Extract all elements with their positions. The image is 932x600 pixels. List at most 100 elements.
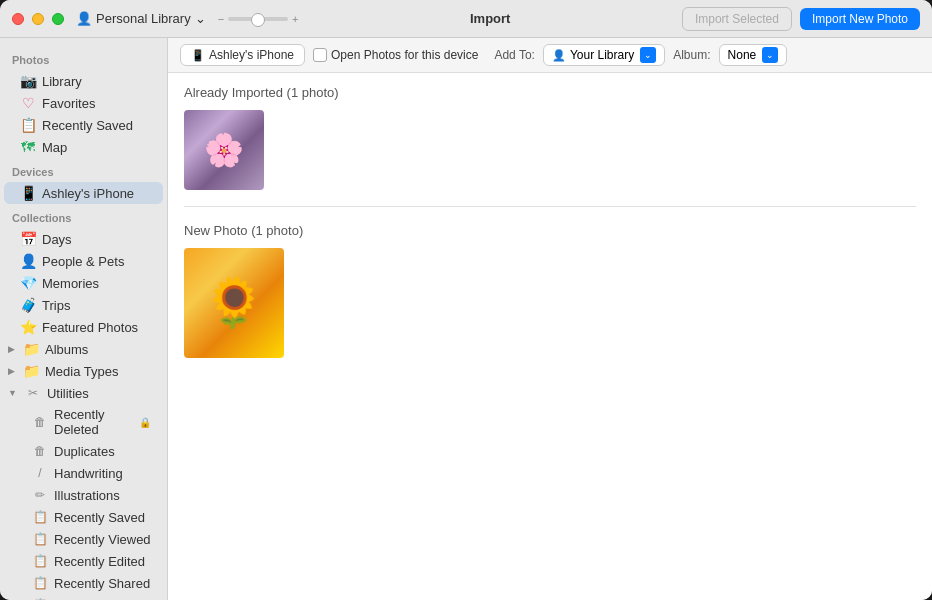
library-selector[interactable]: 👤 Personal Library ⌄ [76,11,206,26]
library-dropdown-value: Your Library [570,48,634,62]
sidebar-item-media-types[interactable]: ▶ 📁 Media Types [4,360,163,382]
sidebar-item-recently-edited[interactable]: 📋 Recently Edited [4,550,163,572]
open-photos-label: Open Photos for this device [331,48,478,62]
open-photos-control: Open Photos for this device [313,48,478,62]
sidebar-item-recently-viewed[interactable]: 📋 Recently Viewed [4,528,163,550]
media-types-icon: 📁 [23,363,39,379]
album-dropdown-value: None [728,48,757,62]
sidebar-item-handwriting[interactable]: / Handwriting [4,462,163,484]
main-layout: Photos 📷 Library ♡ Favorites 📋 Recently … [0,38,932,600]
sidebar-item-recently-saved[interactable]: 📋 Recently Saved [4,114,163,136]
sidebar-item-days[interactable]: 📅 Days [4,228,163,250]
sidebar-item-recently-deleted[interactable]: 🗑 Recently Deleted 🔒 [4,404,163,440]
sidebar-item-illustrations[interactable]: ✏ Illustrations [4,484,163,506]
section-divider [184,206,916,207]
zoom-minus-icon: − [218,13,224,25]
titlebar: 👤 Personal Library ⌄ − + Import Import S… [0,0,932,38]
add-to-label: Add To: [494,48,534,62]
sidebar-item-label: Ashley's iPhone [42,186,134,201]
chevron-down-icon: ▼ [8,388,17,398]
already-imported-grid [184,110,916,190]
sidebar-item-label: Media Types [45,364,118,379]
recently-saved-util-icon: 📋 [32,509,48,525]
photo-thumb-purple[interactable] [184,110,264,190]
sidebar-item-label: Recently Edited [54,554,145,569]
titlebar-actions: Import Selected Import New Photo [682,7,920,31]
device-tab-icon: 📱 [191,49,205,62]
minimize-button[interactable] [32,13,44,25]
lock-icon: 🔒 [139,417,151,428]
sidebar-section-collections: Collections [0,204,167,228]
photo-thumb-yellow[interactable] [184,248,284,358]
import-selected-button[interactable]: Import Selected [682,7,792,31]
sidebar-item-people-pets[interactable]: 👤 People & Pets [4,250,163,272]
sidebar-item-trips[interactable]: 🧳 Trips [4,294,163,316]
zoom-control: − + [218,13,299,25]
sidebar-item-label: Illustrations [54,488,120,503]
trips-icon: 🧳 [20,297,36,313]
zoom-slider[interactable] [228,17,288,21]
sidebar-item-label: People & Pets [42,254,124,269]
album-dropdown[interactable]: None ⌄ [719,44,788,66]
fullscreen-button[interactable] [52,13,64,25]
sidebar-item-iphone[interactable]: 📱 Ashley's iPhone [4,182,163,204]
sidebar-item-featured[interactable]: ⭐ Featured Photos [4,316,163,338]
sidebar-item-label: Duplicates [54,444,115,459]
photo-content: Already Imported (1 photo) New Photo (1 … [168,73,932,600]
sidebar-item-label: Utilities [47,386,89,401]
sidebar-item-map[interactable]: 🗺 Map [4,136,163,158]
recently-deleted-icon: 🗑 [32,414,48,430]
sidebar-section-devices: Devices [0,158,167,182]
content-area: 📱 Ashley's iPhone Open Photos for this d… [168,38,932,600]
memories-icon: 💎 [20,275,36,291]
sidebar-item-utilities[interactable]: ▼ ✂ Utilities [4,382,163,404]
sidebar-item-imports[interactable]: 📋 Imports [4,594,163,600]
sidebar-item-label: Memories [42,276,99,291]
days-icon: 📅 [20,231,36,247]
library-dropdown[interactable]: 👤 Your Library ⌄ [543,44,665,66]
sidebar-item-recently-saved-util[interactable]: 📋 Recently Saved [4,506,163,528]
library-dropdown-arrow: ⌄ [640,47,656,63]
close-button[interactable] [12,13,24,25]
recently-saved-icon: 📋 [20,117,36,133]
chevron-updown-icon: ⌄ [195,11,206,26]
sidebar-item-favorites[interactable]: ♡ Favorites [4,92,163,114]
already-imported-title: Already Imported (1 photo) [184,85,916,100]
people-pets-icon: 👤 [20,253,36,269]
sidebar-item-albums[interactable]: ▶ 📁 Albums [4,338,163,360]
sidebar-section-photos: Photos [0,46,167,70]
album-label: Album: [673,48,710,62]
duplicates-icon: 🗑 [32,443,48,459]
recently-viewed-icon: 📋 [32,531,48,547]
featured-icon: ⭐ [20,319,36,335]
iphone-icon: 📱 [20,185,36,201]
new-photo-title: New Photo (1 photo) [184,223,916,238]
sidebar-item-label: Library [42,74,82,89]
sidebar-item-duplicates[interactable]: 🗑 Duplicates [4,440,163,462]
library-name: Personal Library [96,11,191,26]
sidebar-item-memories[interactable]: 💎 Memories [4,272,163,294]
open-photos-checkbox[interactable] [313,48,327,62]
window-title: Import [299,11,682,26]
sidebar-item-recently-shared[interactable]: 📋 Recently Shared [4,572,163,594]
person-icon: 👤 [76,11,92,26]
sidebar-item-label: Recently Deleted [54,407,133,437]
device-tab[interactable]: 📱 Ashley's iPhone [180,44,305,66]
chevron-right-icon: ▶ [8,366,15,376]
traffic-lights [12,13,64,25]
illustrations-icon: ✏ [32,487,48,503]
import-new-photo-button[interactable]: Import New Photo [800,8,920,30]
sidebar-item-label: Map [42,140,67,155]
sidebar-item-label: Trips [42,298,70,313]
recently-edited-icon: 📋 [32,553,48,569]
map-icon: 🗺 [20,139,36,155]
handwriting-icon: / [32,465,48,481]
library-dropdown-icon: 👤 [552,49,566,62]
sidebar-item-label: Featured Photos [42,320,138,335]
sidebar-item-label: Recently Shared [54,576,150,591]
recently-shared-icon: 📋 [32,575,48,591]
sidebar-item-library[interactable]: 📷 Library [4,70,163,92]
import-toolbar: 📱 Ashley's iPhone Open Photos for this d… [168,38,932,73]
sidebar-item-label: Days [42,232,72,247]
favorites-icon: ♡ [20,95,36,111]
